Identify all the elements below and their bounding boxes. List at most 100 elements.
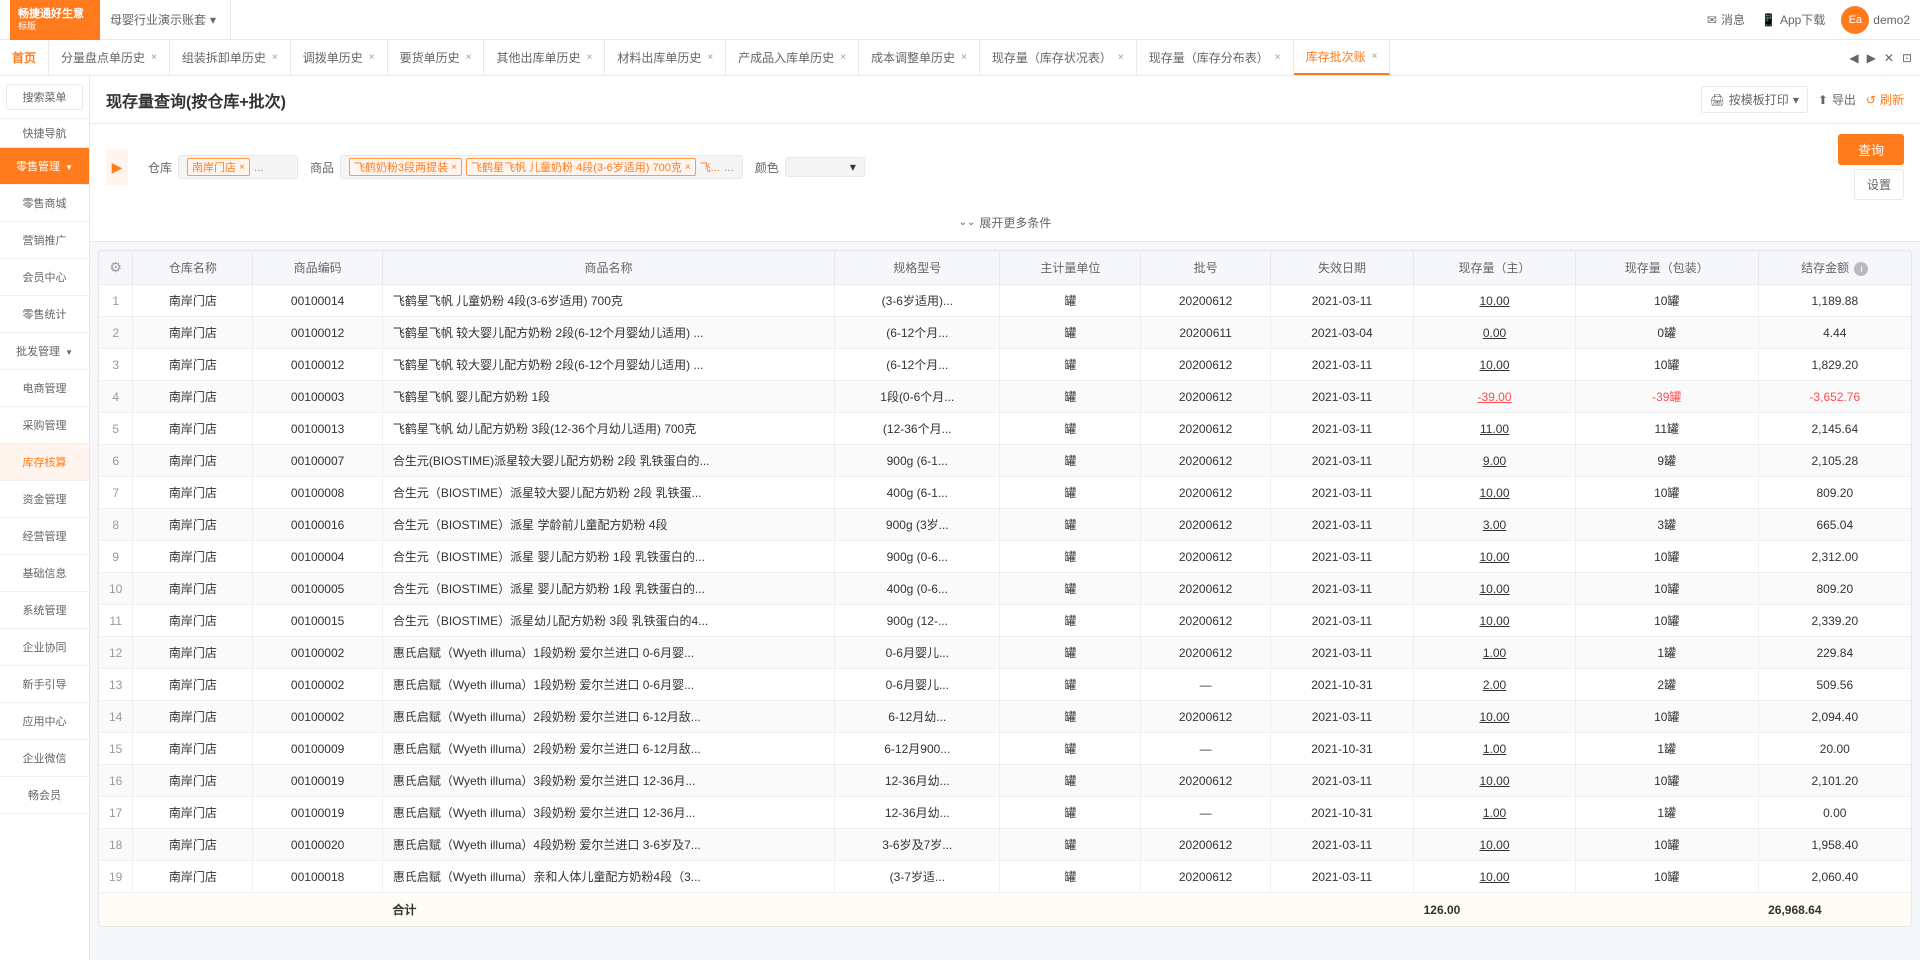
tab-9-close[interactable]: × — [1118, 52, 1124, 63]
message-button[interactable]: ✉ 消息 — [1707, 11, 1745, 28]
row-warehouse: 南岸门店 — [133, 413, 253, 445]
sidebar-item-wholesale[interactable]: 批发管理 ▼ — [0, 333, 89, 370]
tab-6-close[interactable]: × — [707, 52, 713, 63]
product-tags[interactable]: 飞鹤奶粉3段两提装 × 飞鹤星飞帆 儿童奶粉 4段(3-6岁适用) 700克 ×… — [340, 155, 743, 179]
row-qty-main[interactable]: 9.00 — [1414, 445, 1576, 477]
row-qty-main[interactable]: 10.00 — [1414, 477, 1576, 509]
sidebar-item-purchase[interactable]: 采购管理 — [0, 407, 89, 444]
column-settings-icon[interactable]: ⚙ — [109, 259, 122, 275]
sidebar-item-finance[interactable]: 资金管理 — [0, 481, 89, 518]
template-print-button[interactable]: 🖨 按模板打印 ▾ — [1701, 86, 1808, 113]
query-button[interactable]: 查询 — [1838, 134, 1904, 165]
sidebar-item-operations[interactable]: 经营管理 — [0, 518, 89, 555]
tab-scroll-left[interactable]: ◀ — [1847, 49, 1860, 67]
tab-8-close[interactable]: × — [961, 52, 967, 63]
row-qty-main[interactable]: 10.00 — [1414, 541, 1576, 573]
row-qty-main[interactable]: 10.00 — [1414, 861, 1576, 893]
tab-7-close[interactable]: × — [840, 52, 846, 63]
footer-qty-total: 126.00 — [1414, 893, 1576, 927]
tab-2-close[interactable]: × — [272, 52, 278, 63]
sidebar-item-ecommerce[interactable]: 电商管理 — [0, 370, 89, 407]
search-menu-button[interactable]: 搜索菜单 — [6, 84, 83, 110]
tab-1[interactable]: 分量盘点单历史 × — [49, 40, 170, 75]
tab-scroll-right[interactable]: ▶ — [1865, 49, 1878, 67]
color-tags[interactable]: ▾ — [785, 157, 865, 177]
tab-10[interactable]: 现存量（库存分布表） × — [1137, 40, 1294, 75]
tab-4-close[interactable]: × — [466, 52, 472, 63]
row-batch: 20200612 — [1141, 413, 1270, 445]
tab-9[interactable]: 现存量（库存状况表） × — [980, 40, 1137, 75]
tab-3[interactable]: 调拨单历史 × — [291, 40, 388, 75]
sidebar-item-guide[interactable]: 新手引导 — [0, 666, 89, 703]
row-qty-main[interactable]: 3.00 — [1414, 509, 1576, 541]
tab-1-close[interactable]: × — [151, 52, 157, 63]
tab-6[interactable]: 材料出库单历史 × — [605, 40, 726, 75]
sidebar-item-membership[interactable]: 会员中心 — [0, 259, 89, 296]
row-name: 惠氏启赋（Wyeth illuma）3段奶粉 爱尔兰进口 12-36月... — [382, 797, 834, 829]
warehouse-tags[interactable]: 南岸门店 × ... — [178, 155, 298, 179]
content-area: 现存量查询(按仓库+批次) 🖨 按模板打印 ▾ ⬆ 导出 ↺ 刷新 — [90, 76, 1920, 960]
product-tag-1[interactable]: 飞鹤奶粉3段两提装 × — [349, 158, 462, 176]
tab-close-all[interactable]: ✕ — [1882, 49, 1896, 67]
filter-row: ▶ 仓库 南岸门店 × ... 商品 飞鹤奶粉3段两提 — [106, 134, 1904, 200]
row-qty-main[interactable]: 10.00 — [1414, 349, 1576, 381]
tab-10-close[interactable]: × — [1275, 52, 1281, 63]
amount-info-icon[interactable]: i — [1854, 262, 1868, 276]
row-qty-main[interactable]: 0.00 — [1414, 317, 1576, 349]
expand-conditions-button[interactable]: ⌄⌄ 展开更多条件 — [959, 214, 1052, 231]
row-qty-main[interactable]: 10.00 — [1414, 701, 1576, 733]
row-qty-main[interactable]: -39.00 — [1414, 381, 1576, 413]
tab-4[interactable]: 要货单历史 × — [388, 40, 485, 75]
product-tag-2[interactable]: 飞鹤星飞帆 儿童奶粉 4段(3-6岁适用) 700克 × — [466, 158, 696, 176]
sidebar-item-inventory[interactable]: 库存核算 — [0, 444, 89, 481]
row-qty-main[interactable]: 10.00 — [1414, 765, 1576, 797]
warehouse-tag[interactable]: 南岸门店 × — [187, 158, 250, 176]
sidebar-item-app-center[interactable]: 应用中心 — [0, 703, 89, 740]
product-more-icon[interactable]: ... — [724, 160, 734, 174]
quick-nav-label[interactable]: 快捷导航 — [23, 128, 67, 140]
row-spec: (6-12个月... — [835, 349, 1000, 381]
col-spec: 规格型号 — [835, 251, 1000, 285]
tab-5[interactable]: 其他出库单历史 × — [484, 40, 605, 75]
row-qty-main[interactable]: 10.00 — [1414, 829, 1576, 861]
sidebar-item-enterprise[interactable]: 企业协同 — [0, 629, 89, 666]
row-qty-main[interactable]: 10.00 — [1414, 605, 1576, 637]
tab-7[interactable]: 产成品入库单历史 × — [726, 40, 859, 75]
tab-home[interactable]: 首页 — [0, 40, 49, 75]
filter-toggle-button[interactable]: ▶ — [106, 149, 128, 185]
tab-5-close[interactable]: × — [586, 52, 592, 63]
row-qty-main[interactable]: 2.00 — [1414, 669, 1576, 701]
sidebar-item-changyuee[interactable]: 畅会员 — [0, 777, 89, 814]
tab-11-close[interactable]: × — [1372, 51, 1378, 62]
product-tag-2-remove[interactable]: × — [685, 162, 691, 173]
row-qty-main[interactable]: 1.00 — [1414, 733, 1576, 765]
user-menu[interactable]: Ea demo2 — [1841, 6, 1910, 34]
tab-2[interactable]: 组装拆卸单历史 × — [170, 40, 291, 75]
tab-maximize[interactable]: ⊡ — [1900, 49, 1914, 67]
row-qty-main[interactable]: 10.00 — [1414, 285, 1576, 317]
tab-3-close[interactable]: × — [369, 52, 375, 63]
app-download-button[interactable]: 📱 App下载 — [1761, 11, 1825, 28]
row-name: 惠氏启赋（Wyeth illuma）3段奶粉 爱尔兰进口 12-36月... — [382, 765, 834, 797]
sidebar-item-marketing[interactable]: 营销推广 — [0, 222, 89, 259]
row-qty-main[interactable]: 1.00 — [1414, 797, 1576, 829]
sidebar-item-enterprise-wechat[interactable]: 企业微信 — [0, 740, 89, 777]
tab-8[interactable]: 成本调整单历史 × — [859, 40, 980, 75]
setting-button[interactable]: 设置 — [1854, 169, 1904, 200]
export-button[interactable]: ⬆ 导出 — [1818, 91, 1856, 108]
warehouse-tag-remove[interactable]: × — [239, 162, 245, 173]
row-qty-main[interactable]: 11.00 — [1414, 413, 1576, 445]
tab-11[interactable]: 库存批次账 × — [1294, 40, 1391, 75]
row-qty-main[interactable]: 10.00 — [1414, 573, 1576, 605]
sidebar-item-basic-info[interactable]: 基础信息 — [0, 555, 89, 592]
row-qty-main[interactable]: 1.00 — [1414, 637, 1576, 669]
refresh-button[interactable]: ↺ 刷新 — [1866, 91, 1904, 108]
sidebar-item-retail-stats[interactable]: 零售统计 — [0, 296, 89, 333]
industry-select[interactable]: 母婴行业演示账套 ▾ — [100, 0, 231, 39]
sidebar-item-retail-management[interactable]: 零售管理 ▼ — [0, 148, 89, 185]
sidebar-item-system[interactable]: 系统管理 — [0, 592, 89, 629]
product-tag-1-remove[interactable]: × — [451, 162, 457, 173]
warehouse-more-icon[interactable]: ... — [254, 160, 264, 174]
row-index: 13 — [99, 669, 133, 701]
sidebar-item-retail-mall[interactable]: 零售商城 — [0, 185, 89, 222]
